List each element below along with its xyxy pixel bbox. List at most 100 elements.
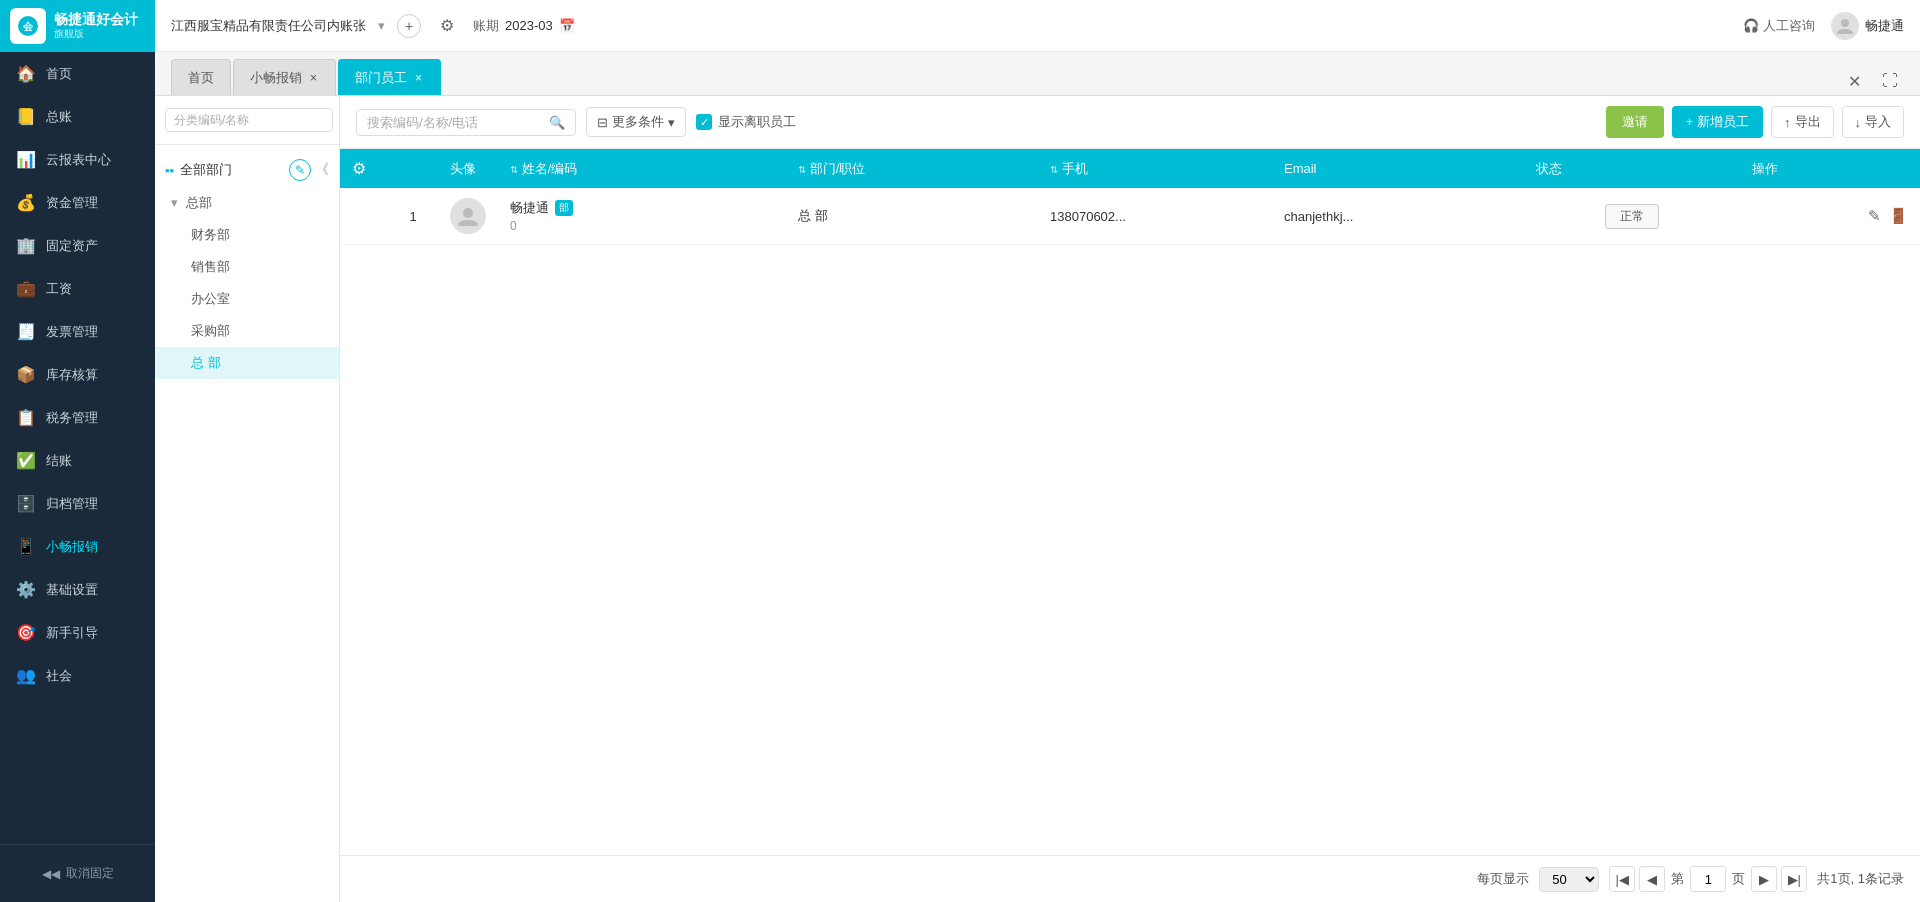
- sidebar-item-social[interactable]: 👥 社会: [0, 654, 155, 697]
- sidebar-item-label: 新手引导: [46, 624, 98, 642]
- tab-department-label: 部门员工: [355, 69, 407, 87]
- td-actions: ✎ 🚪: [1740, 188, 1920, 245]
- export-btn[interactable]: ↑ 导出: [1771, 106, 1834, 138]
- archive-icon: 🗄️: [16, 494, 36, 513]
- sidebar-item-label: 云报表中心: [46, 151, 111, 169]
- col-name[interactable]: ⇅ 姓名/编码: [498, 149, 786, 188]
- page-last-btn[interactable]: ▶|: [1781, 866, 1807, 892]
- td-settings: [340, 188, 388, 245]
- calendar-icon[interactable]: 📅: [559, 18, 575, 33]
- settings-gear-icon[interactable]: ⚙: [352, 160, 366, 177]
- sidebar-item-funds[interactable]: 💰 资金管理: [0, 181, 155, 224]
- sort-icon-phone: ⇅: [1050, 164, 1058, 175]
- dept-edit-icon[interactable]: ✎: [289, 159, 311, 181]
- page-current-input[interactable]: [1690, 866, 1726, 892]
- sidebar-item-ledger[interactable]: 📒 总账: [0, 95, 155, 138]
- add-employee-btn[interactable]: + 新增员工: [1672, 106, 1763, 138]
- company-dropdown-icon[interactable]: ▾: [378, 18, 385, 33]
- dept-item-finance[interactable]: 财务部: [155, 219, 339, 251]
- svg-text:会: 会: [22, 21, 34, 32]
- sidebar-item-checkout[interactable]: ✅ 结账: [0, 439, 155, 482]
- sidebar-item-settings[interactable]: ⚙️ 基础设置: [0, 568, 155, 611]
- sidebar-item-expense[interactable]: 📱 小畅报销: [0, 525, 155, 568]
- toolbar-right: 邀请 + 新增员工 ↑ 导出 ↓ 导入: [1606, 106, 1904, 138]
- topbar-settings-icon[interactable]: ⚙: [433, 12, 461, 40]
- filter-btn[interactable]: ⊟ 更多条件 ▾: [586, 107, 686, 137]
- sidebar-item-guide[interactable]: 🎯 新手引导: [0, 611, 155, 654]
- dept-item-label: 总部: [186, 195, 212, 210]
- sidebar-item-archive[interactable]: 🗄️ 归档管理: [0, 482, 155, 525]
- left-panel: 🔍 ▪▪ 全部部门 ✎ 《 ▾ 总部: [155, 96, 340, 902]
- dept-item-general[interactable]: 总 部: [155, 347, 339, 379]
- dept-collapse-icon[interactable]: 《: [315, 161, 329, 179]
- social-icon: 👥: [16, 666, 36, 685]
- inventory-icon: 📦: [16, 365, 36, 384]
- dept-tree: ▪▪ 全部部门 ✎ 《 ▾ 总部 财务部 销售部: [155, 145, 339, 902]
- import-btn[interactable]: ↓ 导入: [1842, 106, 1905, 138]
- page-next-btn[interactable]: ▶: [1751, 866, 1777, 892]
- invite-btn[interactable]: 邀请: [1606, 106, 1664, 138]
- company-name[interactable]: 江西服宝精品有限责任公司内账张: [171, 17, 366, 35]
- cancel-fixed-btn[interactable]: ◀◀ 取消固定: [0, 855, 155, 892]
- col-index: [388, 149, 438, 188]
- show-resigned-checkbox[interactable]: ✓: [696, 114, 712, 130]
- search-icon[interactable]: 🔍: [549, 115, 565, 130]
- show-resigned-label: 显示离职员工: [718, 113, 796, 131]
- dept-item-office[interactable]: 办公室: [155, 283, 339, 315]
- sidebar-item-tax[interactable]: 📋 税务管理: [0, 396, 155, 439]
- sidebar-item-home[interactable]: 🏠 首页: [0, 52, 155, 95]
- col-settings[interactable]: ⚙: [340, 149, 388, 188]
- logout-icon[interactable]: 🚪: [1889, 207, 1908, 225]
- dept-item-headquarters[interactable]: ▾ 总部: [155, 187, 339, 219]
- user-info[interactable]: 畅捷通: [1831, 12, 1904, 40]
- pagination-bar: 每页显示 50 10 20 100 |◀ ◀ 第 页 ▶ ▶| 共1页, 1条记…: [340, 855, 1920, 902]
- grid-icon: ▪▪: [165, 163, 174, 178]
- sidebar-item-assets[interactable]: 🏢 固定资产: [0, 224, 155, 267]
- period-value: 2023-03: [505, 18, 553, 33]
- col-avatar: 头像: [438, 149, 498, 188]
- tab-department[interactable]: 部门员工 ×: [338, 59, 441, 95]
- customer-service-btn[interactable]: 🎧 人工咨询: [1743, 17, 1815, 35]
- td-dept: 总 部: [786, 188, 1038, 245]
- add-company-btn[interactable]: +: [397, 14, 421, 38]
- all-dept-header[interactable]: ▪▪ 全部部门 ✎ 《: [155, 153, 339, 187]
- tab-close-btn[interactable]: ✕: [1840, 67, 1868, 95]
- svg-point-2: [1841, 19, 1849, 27]
- tab-department-close[interactable]: ×: [413, 70, 424, 86]
- page-prev-btn[interactable]: ◀: [1639, 866, 1665, 892]
- col-dept[interactable]: ⇅ 部门/职位: [786, 149, 1038, 188]
- employee-search-input[interactable]: [367, 115, 543, 130]
- edit-icon[interactable]: ✎: [1868, 207, 1881, 225]
- filter-dropdown-icon: ▾: [668, 115, 675, 130]
- sidebar-item-inventory[interactable]: 📦 库存核算: [0, 353, 155, 396]
- tab-expand-btn[interactable]: ⛶: [1876, 67, 1904, 95]
- sidebar-item-reports[interactable]: 📊 云报表中心: [0, 138, 155, 181]
- dept-sales-label: 销售部: [191, 259, 230, 274]
- import-icon: ↓: [1855, 115, 1862, 130]
- classify-search-input[interactable]: [165, 108, 333, 132]
- page-first-btn[interactable]: |◀: [1609, 866, 1635, 892]
- sort-icon-name: ⇅: [510, 164, 518, 175]
- page-di-label: 第: [1671, 870, 1684, 888]
- tab-home[interactable]: 首页: [171, 59, 231, 95]
- sidebar-item-salary[interactable]: 💼 工资: [0, 267, 155, 310]
- invoice-icon: 🧾: [16, 322, 36, 341]
- table-row: 1 畅捷通 部 0 总 部 138070602... chanjethkj...: [340, 188, 1920, 245]
- right-panel: 🔍 ⊟ 更多条件 ▾ ✓ 显示离职员工 邀请 + 新增员工 ↑ 导出: [340, 96, 1920, 902]
- sort-icon-dept: ⇅: [798, 164, 806, 175]
- sidebar-bottom: ◀◀ 取消固定: [0, 844, 155, 902]
- headset-icon: 🎧: [1743, 18, 1759, 33]
- sidebar-item-label: 税务管理: [46, 409, 98, 427]
- tab-expense[interactable]: 小畅报销 ×: [233, 59, 336, 95]
- sidebar-item-invoice[interactable]: 🧾 发票管理: [0, 310, 155, 353]
- show-resigned-toggle[interactable]: ✓ 显示离职员工: [696, 113, 796, 131]
- tab-expense-close[interactable]: ×: [308, 70, 319, 86]
- sidebar-item-label: 工资: [46, 280, 72, 298]
- page-size-select[interactable]: 50 10 20 100: [1539, 867, 1599, 892]
- col-status: 状态: [1524, 149, 1740, 188]
- dept-item-purchase[interactable]: 采购部: [155, 315, 339, 347]
- cancel-fixed-label: 取消固定: [66, 865, 114, 882]
- sidebar-item-label: 总账: [46, 108, 72, 126]
- col-phone[interactable]: ⇅ 手机: [1038, 149, 1272, 188]
- dept-item-sales[interactable]: 销售部: [155, 251, 339, 283]
